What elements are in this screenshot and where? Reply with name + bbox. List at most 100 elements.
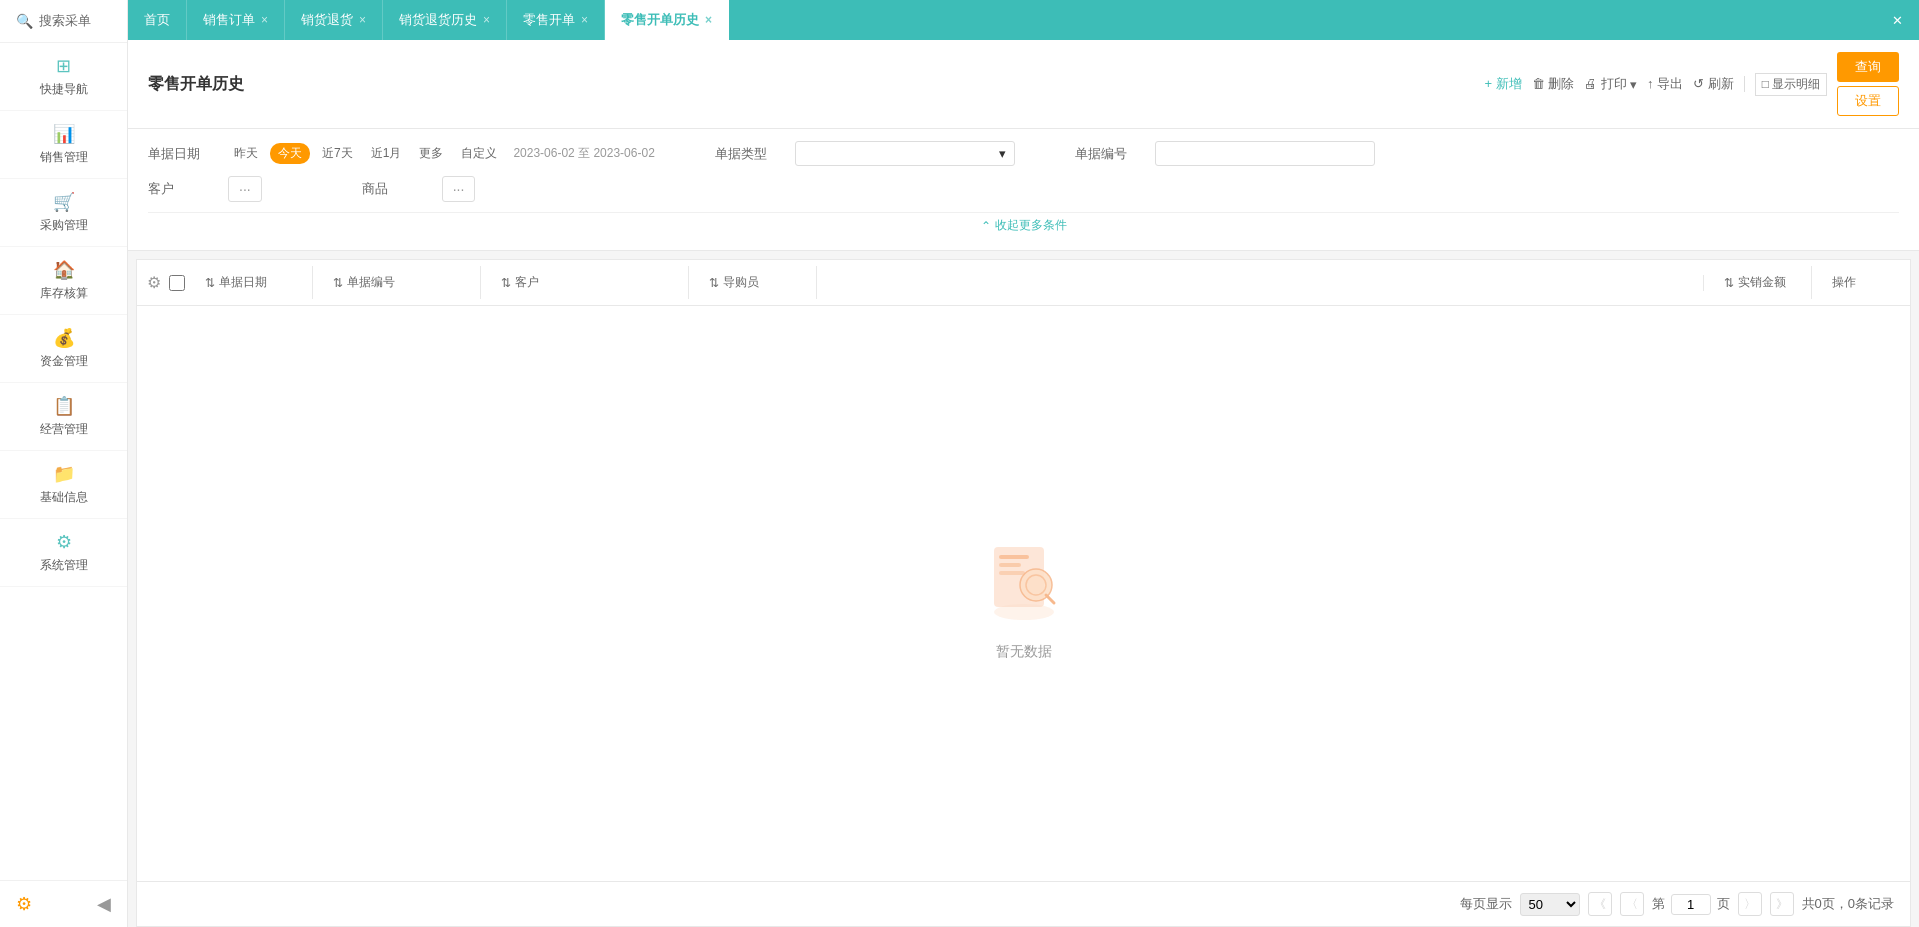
purchase-mgmt-icon: 🛒 (53, 191, 75, 213)
customer-picker[interactable]: ··· (228, 176, 262, 202)
print-button[interactable]: 🖨 打印 ▾ (1584, 75, 1637, 93)
sidebar-footer: ⚙ ◀ (0, 880, 127, 927)
per-page-label: 每页显示 (1460, 895, 1512, 913)
col-header-date[interactable]: ⇅ 单据日期 (193, 266, 313, 299)
bill-type-select[interactable]: ▾ (795, 141, 1015, 166)
col-num-label: 单据编号 (347, 274, 395, 291)
delete-button[interactable]: 🗑 删除 (1532, 75, 1575, 93)
next-page-button[interactable]: 〉 (1738, 892, 1762, 916)
first-page-button[interactable]: 《 (1588, 892, 1612, 916)
tab-sales-return-history-close[interactable]: × (483, 13, 490, 27)
tab-retail-history[interactable]: 零售开单历史 × (605, 0, 729, 40)
tab-retail-history-label: 零售开单历史 (621, 11, 699, 29)
export-button[interactable]: ↑ 导出 (1647, 75, 1683, 93)
tab-sales-order[interactable]: 销售订单 × (187, 0, 285, 40)
tab-sales-return-history[interactable]: 销货退货历史 × (383, 0, 507, 40)
tab-retail-open-close[interactable]: × (581, 13, 588, 27)
date-btn-7days[interactable]: 近7天 (316, 143, 359, 164)
per-page-select[interactable]: 10 20 50 100 (1520, 893, 1580, 916)
date-buttons: 昨天 今天 近7天 近1月 更多 自定义 2023-06-02 至 2023-0… (228, 143, 655, 164)
sidebar-item-sales-mgmt[interactable]: 📊 销售管理 (0, 111, 127, 179)
topbar-tabs: 首页 销售订单 × 销货退货 × 销货退货历史 × 零售开单 × 零售开单历史 … (128, 0, 729, 40)
sidebar-item-sys-mgmt[interactable]: ⚙ 系统管理 (0, 519, 127, 587)
collapse-sidebar-icon[interactable]: ◀ (97, 893, 111, 915)
window-close-button[interactable]: ✕ (1892, 13, 1903, 28)
sidebar-item-finance[interactable]: 💰 资金管理 (0, 315, 127, 383)
display-cols-button[interactable]: □ 显示明细 (1755, 73, 1827, 96)
print-arrow-icon: ▾ (1630, 77, 1637, 92)
tab-sales-order-close[interactable]: × (261, 13, 268, 27)
date-btn-custom[interactable]: 自定义 (455, 143, 503, 164)
sidebar-nav: ⊞ 快捷导航 📊 销售管理 🛒 采购管理 🏠 库存核算 💰 资金管理 📋 经营管… (0, 43, 127, 880)
col-date-label: 单据日期 (219, 274, 267, 291)
inventory-icon: 🏠 (53, 259, 75, 281)
filter-area: 单据日期 昨天 今天 近7天 近1月 更多 自定义 2023-06-02 至 2… (128, 129, 1919, 251)
sidebar-search-label: 搜索采单 (39, 12, 91, 30)
customer-label: 客户 (148, 180, 208, 198)
col-header-customer[interactable]: ⇅ 客户 (489, 266, 689, 299)
tab-sales-return-close[interactable]: × (359, 13, 366, 27)
filter-row-1: 单据日期 昨天 今天 近7天 近1月 更多 自定义 2023-06-02 至 2… (148, 141, 1899, 166)
page-suffix: 页 (1717, 895, 1730, 913)
page-number-input[interactable] (1671, 894, 1711, 915)
first-page-icon: 《 (1594, 896, 1606, 913)
col-guide-label: 导购员 (723, 274, 759, 291)
finance-icon: 💰 (53, 327, 75, 349)
sidebar-item-inventory[interactable]: 🏠 库存核算 (0, 247, 127, 315)
collapse-filter-btn[interactable]: ⌃ 收起更多条件 (148, 212, 1899, 238)
base-info-icon: 📁 (53, 463, 75, 485)
tab-home[interactable]: 首页 (128, 0, 187, 40)
date-btn-today[interactable]: 今天 (270, 143, 310, 164)
col-header-action: 操作 (1820, 266, 1900, 299)
goods-picker[interactable]: ··· (442, 176, 476, 202)
collapse-icon: ⌃ (981, 219, 991, 233)
table-settings-icon[interactable]: ⚙ (147, 273, 161, 292)
settings-footer-icon[interactable]: ⚙ (16, 893, 32, 915)
select-all-checkbox[interactable] (169, 275, 185, 291)
date-label: 单据日期 (148, 145, 208, 163)
page-title: 零售开单历史 (148, 74, 244, 95)
prev-page-button[interactable]: 〈 (1620, 892, 1644, 916)
add-button[interactable]: + 新增 (1485, 75, 1522, 93)
sidebar-item-purchase-mgmt[interactable]: 🛒 采购管理 (0, 179, 127, 247)
tab-sales-return-history-label: 销货退货历史 (399, 11, 477, 29)
settings-button[interactable]: 设置 (1837, 86, 1899, 116)
quick-nav-label: 快捷导航 (40, 81, 88, 98)
col-header-guide[interactable]: ⇅ 导购员 (697, 266, 817, 299)
col-customer-sort-icon: ⇅ (501, 276, 511, 290)
table-toolbar: ⚙ ⇅ 单据日期 ⇅ 单据编号 ⇅ 客户 ⇅ 导购员 (137, 260, 1910, 306)
table-area: ⚙ ⇅ 单据日期 ⇅ 单据编号 ⇅ 客户 ⇅ 导购员 (136, 259, 1911, 927)
col-header-num[interactable]: ⇅ 单据编号 (321, 266, 481, 299)
page-header: 零售开单历史 + 新增 🗑 删除 🖨 打印 ▾ ↑ 导出 ↺ 刷新 □ 显示明细… (128, 40, 1919, 129)
bill-num-input[interactable] (1155, 141, 1375, 166)
svg-line-6 (1046, 595, 1054, 603)
col-customer-label: 客户 (515, 274, 539, 291)
inventory-label: 库存核算 (40, 285, 88, 302)
sidebar-item-quick-nav[interactable]: ⊞ 快捷导航 (0, 43, 127, 111)
col-guide-sort-icon: ⇅ (709, 276, 719, 290)
last-page-button[interactable]: 》 (1770, 892, 1794, 916)
refresh-button[interactable]: ↺ 刷新 (1693, 75, 1734, 93)
col-header-amount[interactable]: ⇅ 实销金额 (1712, 266, 1812, 299)
date-btn-yesterday[interactable]: 昨天 (228, 143, 264, 164)
query-button[interactable]: 查询 (1837, 52, 1899, 82)
tab-retail-open-label: 零售开单 (523, 11, 575, 29)
tab-sales-return[interactable]: 销货退货 × (285, 0, 383, 40)
sales-mgmt-label: 销售管理 (40, 149, 88, 166)
tab-retail-history-close[interactable]: × (705, 13, 712, 27)
svg-rect-3 (999, 563, 1021, 567)
sidebar-item-ops-mgmt[interactable]: 📋 经营管理 (0, 383, 127, 451)
bill-type-arrow-icon: ▾ (999, 146, 1006, 161)
sidebar: 🔍 搜索采单 ⊞ 快捷导航 📊 销售管理 🛒 采购管理 🏠 库存核算 💰 资金管… (0, 0, 128, 927)
display-checkbox-icon: □ (1762, 77, 1769, 91)
date-btn-1month[interactable]: 近1月 (365, 143, 408, 164)
sidebar-item-base-info[interactable]: 📁 基础信息 (0, 451, 127, 519)
sidebar-search[interactable]: 🔍 搜索采单 (0, 0, 127, 43)
display-label: 显示明细 (1772, 76, 1820, 93)
next-page-icon: 〉 (1744, 896, 1756, 913)
date-btn-more[interactable]: 更多 (413, 143, 449, 164)
main-content: 首页 销售订单 × 销货退货 × 销货退货历史 × 零售开单 × 零售开单历史 … (128, 0, 1919, 927)
svg-rect-2 (999, 555, 1029, 559)
base-info-label: 基础信息 (40, 489, 88, 506)
tab-retail-open[interactable]: 零售开单 × (507, 0, 605, 40)
